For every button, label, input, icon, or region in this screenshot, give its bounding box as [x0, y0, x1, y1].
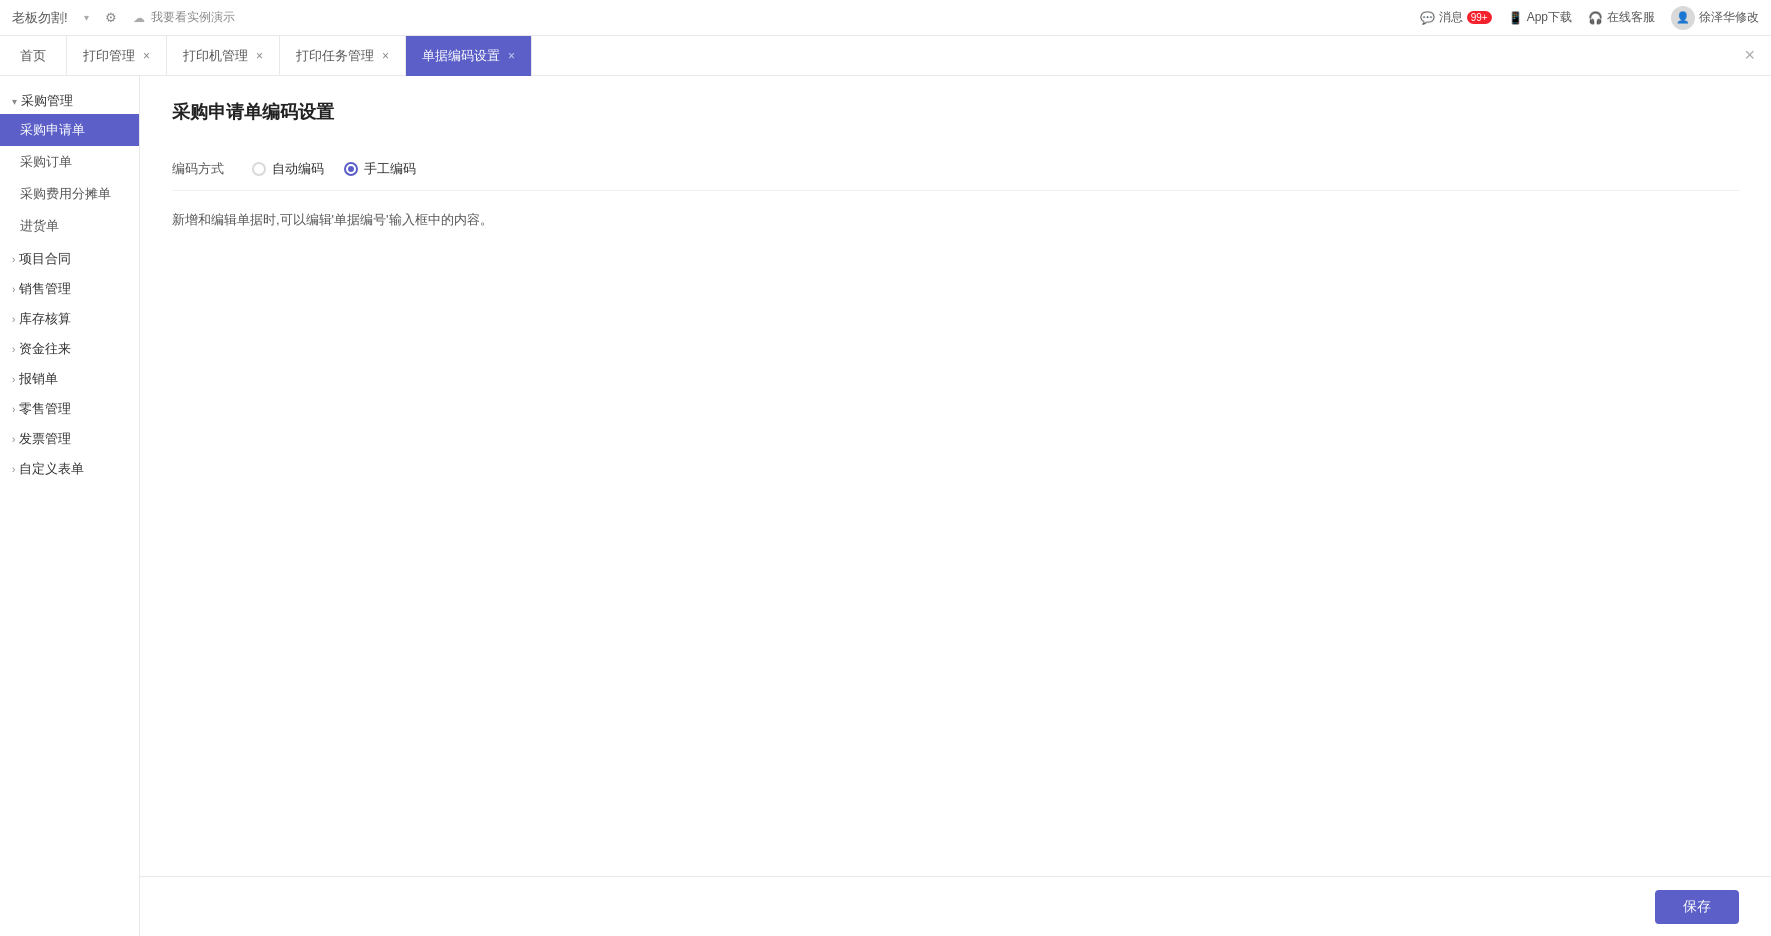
- chevron-right-icon: ›: [12, 284, 15, 295]
- user-profile[interactable]: 👤 徐泽华修改: [1671, 6, 1759, 30]
- app-download-label: App下载: [1527, 9, 1572, 26]
- chevron-right-icon: ›: [12, 404, 15, 415]
- close-all-tabs-button[interactable]: ×: [1728, 45, 1771, 66]
- sidebar-group-sales[interactable]: › 销售管理: [0, 272, 139, 302]
- sidebar-group-purchase[interactable]: ▾ 采购管理: [0, 84, 139, 114]
- sidebar-item-purchase-order-label: 采购订单: [20, 154, 72, 169]
- save-button[interactable]: 保存: [1655, 890, 1739, 924]
- sidebar-group-purchase-label: 采购管理: [21, 92, 73, 110]
- top-bar-right: 💬 消息 99+ 📱 App下载 🎧 在线客服 👤 徐泽华修改: [1420, 6, 1759, 30]
- auto-code-radio[interactable]: 自动编码: [252, 160, 324, 178]
- sidebar-group-custom-form-label: 自定义表单: [19, 460, 84, 478]
- message-button[interactable]: 💬 消息 99+: [1420, 9, 1492, 26]
- tab-serial-code-setting[interactable]: 单据编码设置 ×: [406, 36, 532, 76]
- tab-print-management[interactable]: 打印管理 ×: [67, 36, 167, 76]
- chevron-right-icon: ›: [12, 374, 15, 385]
- sidebar-group-project-contract[interactable]: › 项目合同: [0, 242, 139, 272]
- sidebar-group-retail[interactable]: › 零售管理: [0, 392, 139, 422]
- cloud-icon: ☁: [133, 11, 145, 25]
- manual-code-radio[interactable]: 手工编码: [344, 160, 416, 178]
- online-service-label: 在线客服: [1607, 9, 1655, 26]
- user-name: 徐泽华修改: [1699, 9, 1759, 26]
- sidebar-group-inventory[interactable]: › 库存核算: [0, 302, 139, 332]
- coding-method-radio-group: 自动编码 手工编码: [252, 160, 416, 178]
- top-bar: 老板勿割! ▾ ⚙ ☁ 我要看实例演示 💬 消息 99+ 📱 App下载 🎧 在…: [0, 0, 1771, 36]
- coding-method-row: 编码方式 自动编码 手工编码: [172, 148, 1739, 191]
- top-bar-title: 老板勿割!: [12, 9, 68, 27]
- tab-bar: 首页 打印管理 × 打印机管理 × 打印任务管理 × 单据编码设置 × ×: [0, 36, 1771, 76]
- sidebar-group-return-label: 报销单: [19, 370, 58, 388]
- chevron-right-icon: ›: [12, 434, 15, 445]
- chevron-right-icon: ›: [12, 314, 15, 325]
- message-icon: 💬: [1420, 11, 1435, 25]
- tab-print-management-label: 打印管理: [83, 47, 135, 65]
- avatar-icon: 👤: [1676, 11, 1690, 24]
- sidebar-group-capital[interactable]: › 资金往来: [0, 332, 139, 362]
- sidebar-group-invoice-label: 发票管理: [19, 430, 71, 448]
- sidebar-item-purchase-expense-label: 采购费用分摊单: [20, 186, 111, 201]
- sidebar-item-purchase-order[interactable]: 采购订单: [0, 146, 139, 178]
- content-area: 采购申请单编码设置 编码方式 自动编码 手工编码 新增和编辑单据时,可以编辑'单…: [140, 76, 1771, 936]
- sidebar-item-receipt[interactable]: 进货单: [0, 210, 139, 242]
- chevron-down-icon: ▾: [12, 96, 17, 107]
- manual-code-radio-circle: [344, 162, 358, 176]
- sidebar-group-inventory-label: 库存核算: [19, 310, 71, 328]
- tab-printer-management[interactable]: 打印机管理 ×: [167, 36, 280, 76]
- message-label: 消息: [1439, 9, 1463, 26]
- tab-close-print-task[interactable]: ×: [382, 49, 389, 63]
- content-main: 采购申请单编码设置 编码方式 自动编码 手工编码 新增和编辑单据时,可以编辑'单…: [140, 76, 1771, 876]
- sidebar-item-purchase-expense[interactable]: 采购费用分摊单: [0, 178, 139, 210]
- sidebar: ▾ 采购管理 采购申请单 采购订单 采购费用分摊单 进货单 › 项目合同 › 销…: [0, 76, 140, 936]
- hint-text: 新增和编辑单据时,可以编辑'单据编号'输入框中的内容。: [172, 211, 1739, 229]
- message-badge: 99+: [1467, 11, 1492, 24]
- tab-serial-code-setting-label: 单据编码设置: [422, 47, 500, 65]
- sidebar-item-receipt-label: 进货单: [20, 218, 59, 233]
- sidebar-group-return[interactable]: › 报销单: [0, 362, 139, 392]
- search-bar[interactable]: ☁ 我要看实例演示: [133, 9, 235, 26]
- headset-icon: 🎧: [1588, 11, 1603, 25]
- auto-code-radio-circle: [252, 162, 266, 176]
- app-download-icon: 📱: [1508, 11, 1523, 25]
- top-bar-left: 老板勿割! ▾ ⚙ ☁ 我要看实例演示: [12, 9, 235, 27]
- app-download-button[interactable]: 📱 App下载: [1508, 9, 1572, 26]
- online-service-button[interactable]: 🎧 在线客服: [1588, 9, 1655, 26]
- page-title: 采购申请单编码设置: [172, 100, 1739, 124]
- tab-close-serial-code-setting[interactable]: ×: [508, 49, 515, 63]
- gear-icon[interactable]: ⚙: [105, 10, 117, 25]
- avatar: 👤: [1671, 6, 1695, 30]
- sidebar-item-purchase-request-label: 采购申请单: [20, 122, 85, 137]
- coding-method-label: 编码方式: [172, 160, 228, 178]
- tab-print-task-label: 打印任务管理: [296, 47, 374, 65]
- manual-code-label: 手工编码: [364, 160, 416, 178]
- tab-print-task[interactable]: 打印任务管理 ×: [280, 36, 406, 76]
- tab-home-label: 首页: [20, 47, 46, 65]
- chevron-right-icon: ›: [12, 344, 15, 355]
- auto-code-label: 自动编码: [272, 160, 324, 178]
- sidebar-group-invoice[interactable]: › 发票管理: [0, 422, 139, 452]
- tab-close-print-management[interactable]: ×: [143, 49, 150, 63]
- sidebar-group-sales-label: 销售管理: [19, 280, 71, 298]
- chevron-right-icon: ›: [12, 464, 15, 475]
- sidebar-group-retail-label: 零售管理: [19, 400, 71, 418]
- content-footer: 保存: [140, 876, 1771, 936]
- sidebar-item-purchase-request[interactable]: 采购申请单: [0, 114, 139, 146]
- chevron-right-icon: ›: [12, 254, 15, 265]
- search-text[interactable]: 我要看实例演示: [151, 9, 235, 26]
- sidebar-group-capital-label: 资金往来: [19, 340, 71, 358]
- tab-close-printer-management[interactable]: ×: [256, 49, 263, 63]
- chevron-down-icon[interactable]: ▾: [84, 12, 89, 23]
- tab-printer-management-label: 打印机管理: [183, 47, 248, 65]
- sidebar-group-project-contract-label: 项目合同: [19, 250, 71, 268]
- sidebar-group-custom-form[interactable]: › 自定义表单: [0, 452, 139, 482]
- main-layout: ▾ 采购管理 采购申请单 采购订单 采购费用分摊单 进货单 › 项目合同 › 销…: [0, 76, 1771, 936]
- tab-home[interactable]: 首页: [0, 36, 67, 76]
